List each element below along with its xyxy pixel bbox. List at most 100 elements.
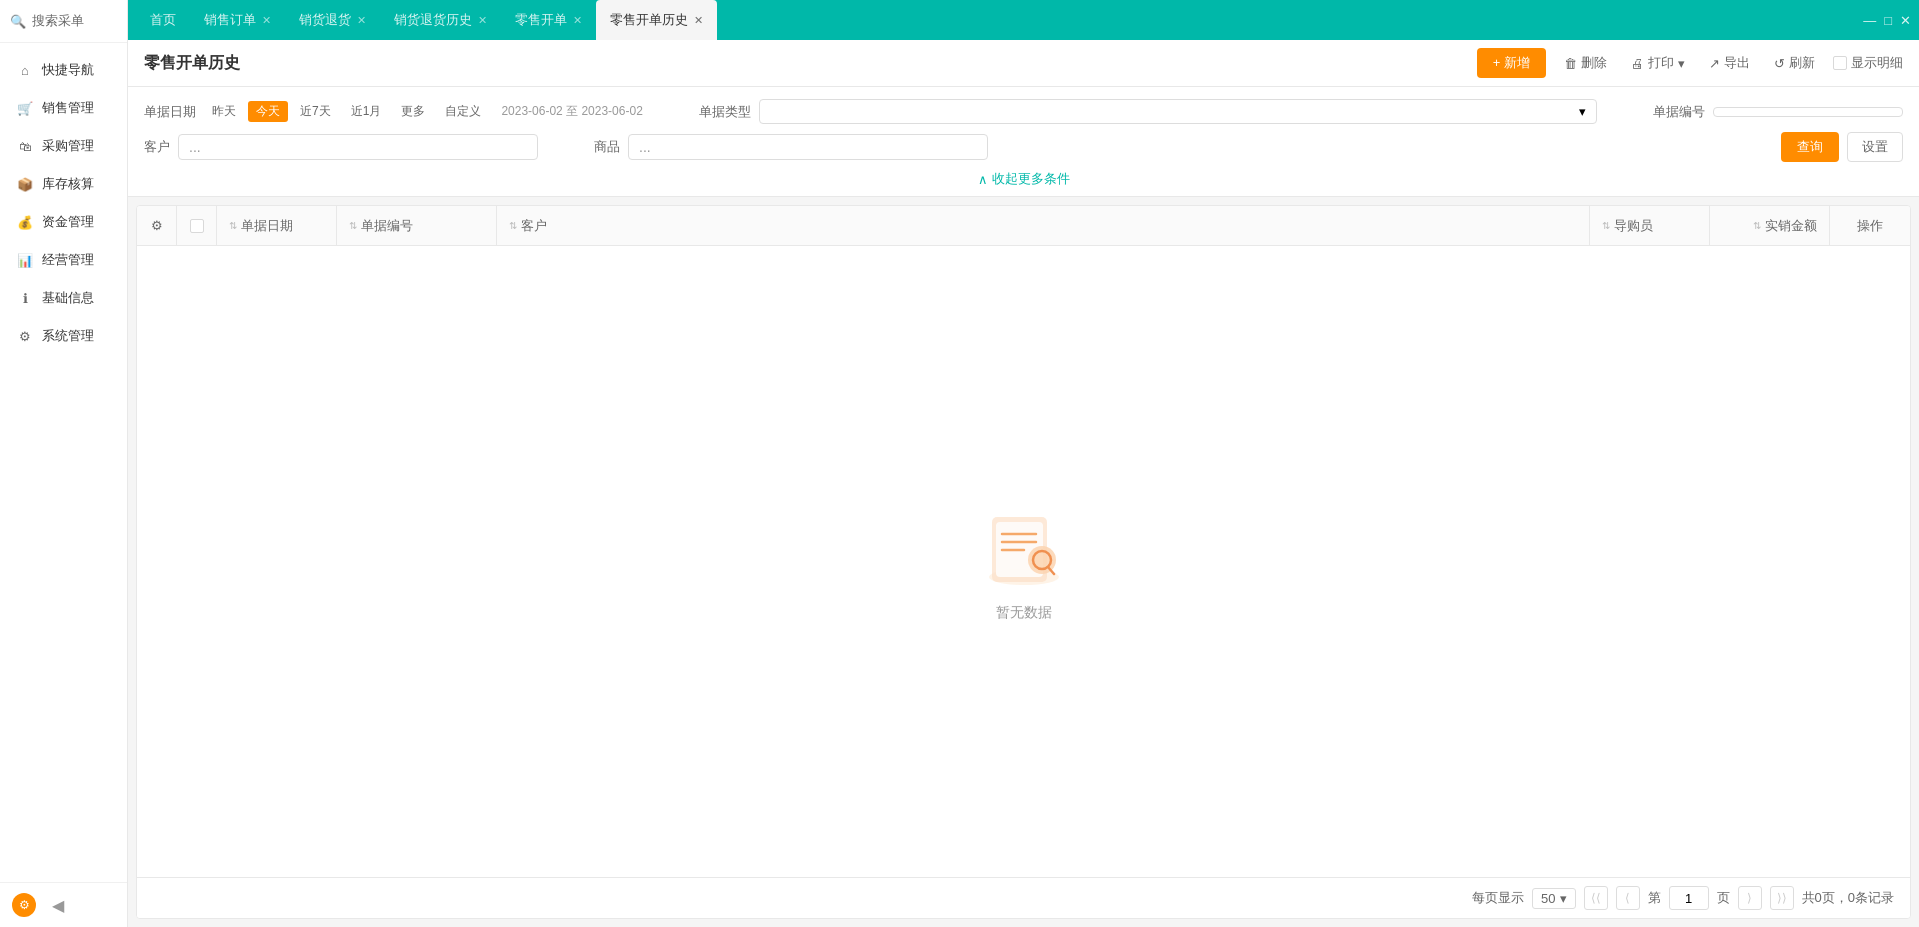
bag-icon: 🛍: [16, 137, 34, 155]
content-area: 零售开单历史 + 新增 🗑 删除 🖨 打印 ▾ ↗ 导出 ↺: [128, 40, 1919, 927]
tab-label: 销售订单: [204, 11, 256, 29]
chart-icon: 📊: [16, 251, 34, 269]
settings-icon-button[interactable]: ⚙: [12, 893, 36, 917]
date-opt-1month[interactable]: 近1月: [343, 101, 390, 122]
customer-label: 客户: [144, 138, 170, 156]
search-label: 搜索采单: [32, 12, 84, 30]
per-page-label: 每页显示: [1472, 889, 1524, 907]
page-size-select[interactable]: 50 ▾: [1532, 888, 1575, 909]
sort-date-icon[interactable]: ⇅: [229, 220, 237, 231]
tab-close-icon[interactable]: ✕: [357, 14, 366, 27]
sidebar-item-basic-info[interactable]: ℹ 基础信息: [0, 279, 127, 317]
tab-label: 销货退货历史: [394, 11, 472, 29]
date-opt-yesterday[interactable]: 昨天: [204, 101, 244, 122]
sidebar-item-sys-mgmt[interactable]: ⚙ 系统管理: [0, 317, 127, 355]
doc-num-label: 单据编号: [1653, 103, 1705, 121]
page-label: 第: [1648, 889, 1661, 907]
sidebar-item-purchase-mgmt[interactable]: 🛍 采购管理: [0, 127, 127, 165]
sidebar-item-label: 系统管理: [42, 327, 94, 345]
column-settings[interactable]: ⚙: [137, 206, 177, 246]
tab-close-icon[interactable]: ✕: [694, 14, 703, 27]
toolbar-actions: + 新增 🗑 删除 🖨 打印 ▾ ↗ 导出 ↺ 刷新: [1477, 48, 1903, 78]
sort-guide-icon[interactable]: ⇅: [1602, 220, 1610, 231]
tab-sales-return[interactable]: 销货退货 ✕: [285, 0, 380, 40]
goods-filter: 商品 ...: [594, 134, 988, 160]
doc-type-label: 单据类型: [699, 103, 751, 121]
sidebar-footer: ⚙ ◀: [0, 882, 127, 927]
goods-input[interactable]: ...: [628, 134, 988, 160]
empty-icon: [974, 502, 1074, 592]
print-button[interactable]: 🖨 打印 ▾: [1625, 50, 1691, 76]
sort-num-icon[interactable]: ⇅: [349, 220, 357, 231]
table-header: ⚙ ⇅ 单据日期 ⇅ 单据编号 ⇅ 客户 ⇅: [137, 206, 1910, 246]
sidebar-item-label: 销售管理: [42, 99, 94, 117]
sidebar-item-quick-nav[interactable]: ⌂ 快捷导航: [0, 51, 127, 89]
sidebar-item-finance[interactable]: 💰 资金管理: [0, 203, 127, 241]
display-detail-checkbox[interactable]: [1833, 56, 1847, 70]
tab-close-icon[interactable]: ✕: [573, 14, 582, 27]
tab-home[interactable]: 首页: [136, 0, 190, 40]
export-button[interactable]: ↗ 导出: [1703, 50, 1756, 76]
tab-sales-order[interactable]: 销售订单 ✕: [190, 0, 285, 40]
minimize-button[interactable]: —: [1863, 13, 1876, 28]
delete-button[interactable]: 🗑 删除: [1558, 50, 1613, 76]
search-menu-item[interactable]: 🔍 搜索采单: [0, 0, 127, 43]
sort-customer-icon[interactable]: ⇅: [509, 220, 517, 231]
close-button[interactable]: ✕: [1900, 13, 1911, 28]
sidebar-item-inventory[interactable]: 📦 库存核算: [0, 165, 127, 203]
sidebar-item-label: 经营管理: [42, 251, 94, 269]
settings-gear-icon[interactable]: ⚙: [151, 218, 163, 233]
home-icon: ⌂: [16, 61, 34, 79]
column-checkbox[interactable]: [177, 206, 217, 246]
query-button[interactable]: 查询: [1781, 132, 1839, 162]
date-opt-more[interactable]: 更多: [393, 101, 433, 122]
last-page-button[interactable]: ⟩⟩: [1770, 886, 1794, 910]
date-opt-custom[interactable]: 自定义: [437, 101, 489, 122]
info-icon: ℹ: [16, 289, 34, 307]
data-table: ⚙ ⇅ 单据日期 ⇅ 单据编号 ⇅ 客户 ⇅: [136, 205, 1911, 919]
maximize-button[interactable]: □: [1884, 13, 1892, 28]
sidebar-item-sales-mgmt[interactable]: 🛒 销售管理: [0, 89, 127, 127]
column-amount: ⇅ 实销金额: [1710, 206, 1830, 246]
sort-amount-icon[interactable]: ⇅: [1753, 220, 1761, 231]
page-number-input[interactable]: [1669, 886, 1709, 910]
page-size-chevron: ▾: [1560, 891, 1567, 906]
filter-panel: 单据日期 昨天 今天 近7天 近1月 更多 自定义 2023-06-02 至 2…: [128, 87, 1919, 197]
customer-input[interactable]: ...: [178, 134, 538, 160]
prev-page-button[interactable]: ⟨: [1616, 886, 1640, 910]
doc-type-select[interactable]: ▾: [759, 99, 1597, 124]
date-opt-today[interactable]: 今天: [248, 101, 288, 122]
display-detail-toggle[interactable]: 显示明细: [1833, 54, 1903, 72]
refresh-button[interactable]: ↺ 刷新: [1768, 50, 1821, 76]
doc-num-input[interactable]: [1713, 107, 1903, 117]
next-page-button[interactable]: ⟩: [1738, 886, 1762, 910]
page-toolbar: 零售开单历史 + 新增 🗑 删除 🖨 打印 ▾ ↗ 导出 ↺: [128, 40, 1919, 87]
collapse-sidebar-button[interactable]: ◀: [52, 896, 64, 915]
sidebar-item-operation[interactable]: 📊 经营管理: [0, 241, 127, 279]
tab-close-icon[interactable]: ✕: [478, 14, 487, 27]
doc-num-filter: 单据编号: [1653, 103, 1903, 121]
tab-sales-return-history[interactable]: 销货退货历史 ✕: [380, 0, 501, 40]
collapse-filter-button[interactable]: ∧ 收起更多条件: [144, 170, 1903, 188]
sys-icon: ⚙: [16, 327, 34, 345]
add-button[interactable]: + 新增: [1477, 48, 1546, 78]
column-date: ⇅ 单据日期: [217, 206, 337, 246]
date-label: 单据日期: [144, 103, 196, 121]
tab-label: 零售开单: [515, 11, 567, 29]
date-filter: 单据日期 昨天 今天 近7天 近1月 更多 自定义 2023-06-02 至 2…: [144, 101, 643, 122]
date-opt-7days[interactable]: 近7天: [292, 101, 339, 122]
tab-retail-open-history[interactable]: 零售开单历史 ✕: [596, 0, 717, 40]
tab-retail-open[interactable]: 零售开单 ✕: [501, 0, 596, 40]
first-page-button[interactable]: ⟨⟨: [1584, 886, 1608, 910]
settings-button[interactable]: 设置: [1847, 132, 1903, 162]
print-icon: 🖨: [1631, 56, 1644, 71]
customer-filter: 客户 ...: [144, 134, 538, 160]
pagination: 每页显示 50 ▾ ⟨⟨ ⟨ 第 页 ⟩ ⟩⟩ 共0页，0条记录: [137, 877, 1910, 918]
refresh-icon: ↺: [1774, 56, 1785, 71]
tab-label: 零售开单历史: [610, 11, 688, 29]
select-all-checkbox[interactable]: [190, 219, 204, 233]
page-unit: 页: [1717, 889, 1730, 907]
tab-close-icon[interactable]: ✕: [262, 14, 271, 27]
column-action: 操作: [1830, 206, 1910, 246]
total-records: 共0页，0条记录: [1802, 889, 1894, 907]
